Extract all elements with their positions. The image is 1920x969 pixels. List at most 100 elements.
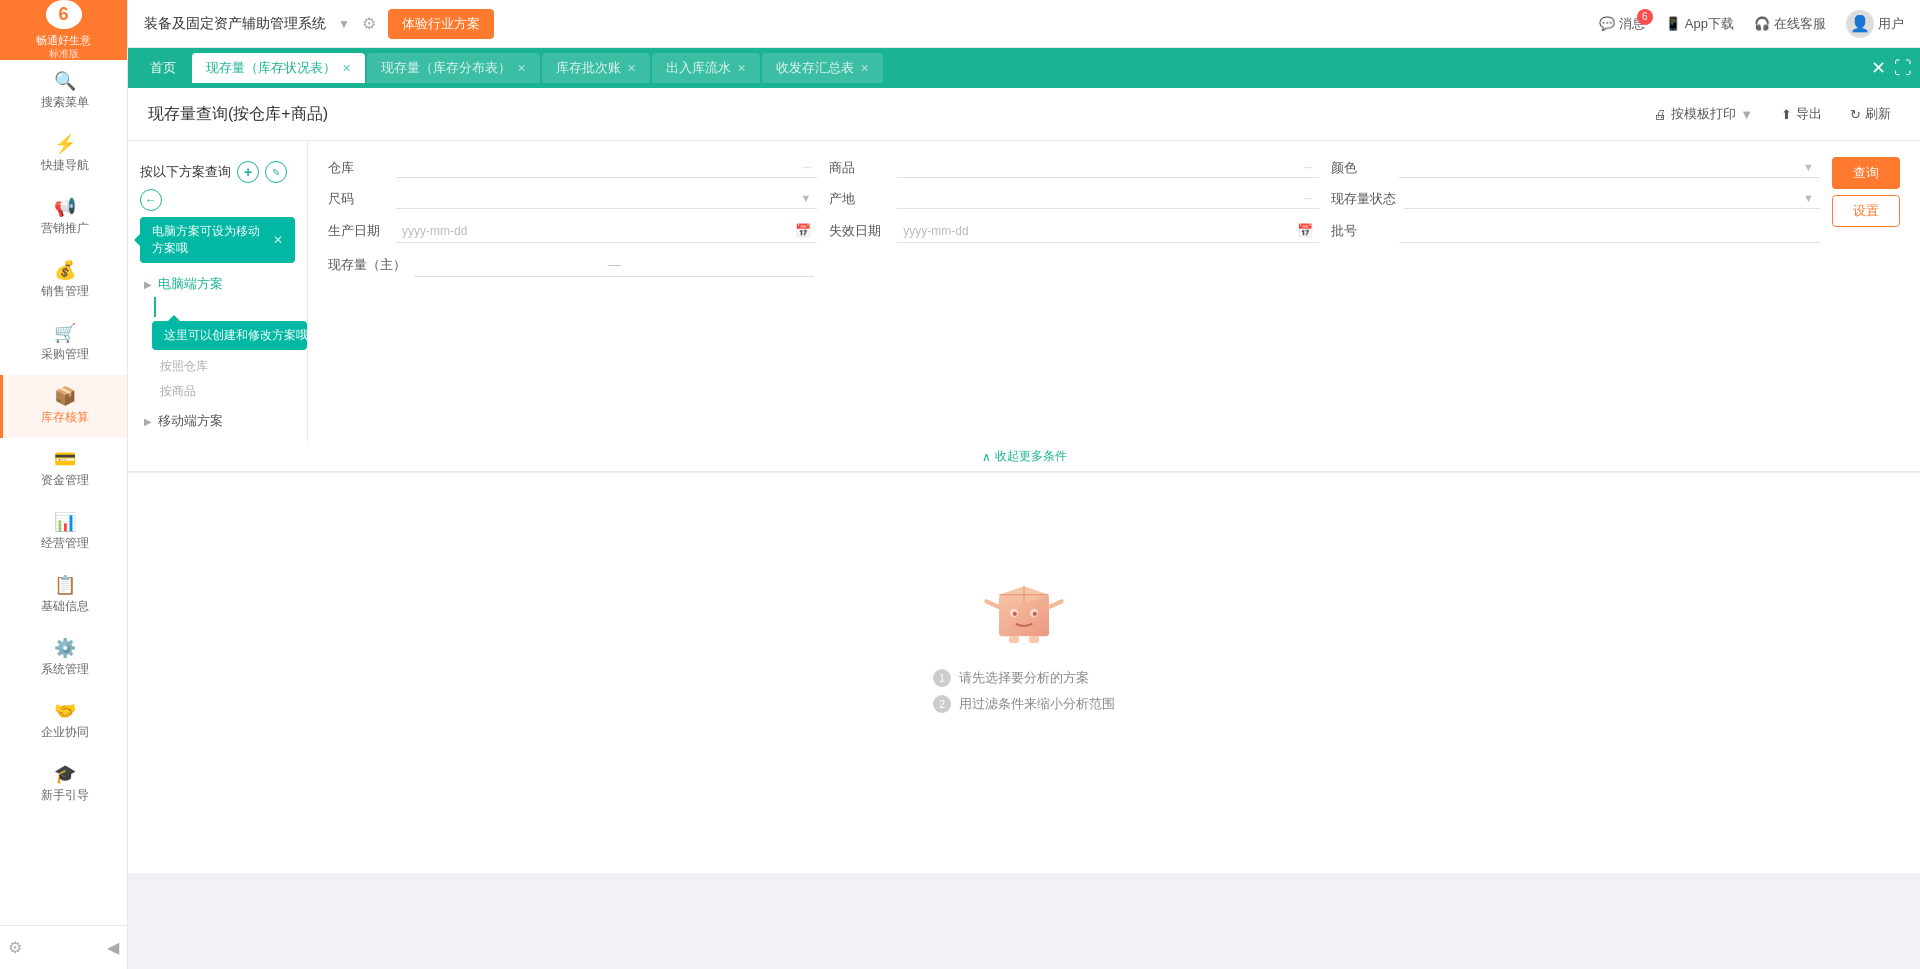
- tip-item-1: 1 请先选择要分析的方案: [933, 669, 1115, 687]
- tab-inventory-status-label: 现存量（库存状况表）: [206, 59, 336, 77]
- page-actions: 🖨 按模板打印 ▼ ⬆ 导出 ↻ 刷新: [1645, 100, 1900, 128]
- color-select[interactable]: ▼: [1399, 157, 1820, 178]
- tab-close-icon[interactable]: ✕: [342, 62, 351, 75]
- sidebar-item-finance[interactable]: 💳 资金管理: [0, 438, 127, 501]
- settings-icon[interactable]: ⚙: [8, 938, 22, 957]
- user-item[interactable]: 👤 用户: [1846, 10, 1904, 38]
- sidebar-item-base-info[interactable]: 📋 基础信息: [0, 564, 127, 627]
- header-gear-icon[interactable]: ⚙: [362, 14, 376, 33]
- tab-inout-flow[interactable]: 出入库流水 ✕: [652, 53, 760, 83]
- goods-select[interactable]: ···: [897, 157, 1318, 178]
- svg-rect-11: [1029, 636, 1039, 643]
- filter-stock-status: 现存量状态 ▼: [1331, 188, 1820, 209]
- sidebar: 6 畅通好生意 标准版 🔍 搜索菜单 ⚡ 快捷导航 📢 营销推广 💰 销售管理 …: [0, 0, 128, 969]
- export-btn[interactable]: ⬆ 导出: [1772, 100, 1831, 128]
- tab-close-icon[interactable]: ✕: [860, 62, 869, 75]
- filter-fields-panel: 仓库 ··· 商品: [308, 141, 1920, 442]
- origin-select[interactable]: ···: [897, 188, 1318, 209]
- enterprise-icon: 🤝: [54, 702, 76, 720]
- tab-inventory-status[interactable]: 现存量（库存状况表） ✕: [192, 53, 365, 83]
- size-select[interactable]: ▼: [396, 188, 817, 209]
- tab-close-icon[interactable]: ✕: [517, 62, 526, 75]
- tree-item-warehouse[interactable]: 按照仓库: [144, 354, 307, 379]
- tooltip1-close[interactable]: ✕: [273, 233, 283, 247]
- collapse-bar[interactable]: ∧ 收起更多条件: [128, 442, 1920, 472]
- search-buttons: 查询 设置: [1832, 157, 1900, 227]
- filter-arrow-btn[interactable]: ←: [140, 189, 162, 211]
- filter-row-4: 现存量（主） —: [328, 253, 1820, 277]
- sidebar-item-inventory[interactable]: 📦 库存核算: [0, 375, 127, 438]
- sidebar-item-sales[interactable]: 💰 销售管理: [0, 249, 127, 312]
- filter-row-3: 生产日期 yyyy-mm-dd 📅 失效日期 yyyy-mm: [328, 219, 1820, 243]
- filter-row-2: 尺码 ▼ 产地 ···: [328, 188, 1820, 209]
- sidebar-item-operation[interactable]: 📊 经营管理: [0, 501, 127, 564]
- svg-point-7: [1033, 612, 1037, 616]
- svg-rect-10: [1009, 636, 1019, 643]
- tooltip2-close[interactable]: ✕: [314, 329, 324, 343]
- inventory-icon: 📦: [54, 387, 76, 405]
- print-btn[interactable]: 🖨 按模板打印 ▼: [1645, 100, 1762, 128]
- collapse-sidebar-icon[interactable]: ◀: [107, 938, 119, 957]
- system-name: 装备及固定资产辅助管理系统: [144, 15, 326, 33]
- search-btn[interactable]: 查询: [1832, 157, 1900, 189]
- page-header: 现存量查询(按仓库+商品) 🖨 按模板打印 ▼ ⬆ 导出 ↻ 刷新: [128, 88, 1920, 141]
- filter-area: 按以下方案查询 + ✎ ← 电脑方案可设为移动方案哦 ✕: [128, 141, 1920, 473]
- warehouse-select[interactable]: ···: [396, 157, 817, 178]
- stock-status-select[interactable]: ▼: [1404, 188, 1820, 209]
- headset-icon: 🎧: [1754, 16, 1770, 31]
- refresh-btn[interactable]: ↻ 刷新: [1841, 100, 1900, 128]
- expire-date-from[interactable]: yyyy-mm-dd 📅: [897, 219, 1318, 243]
- reset-btn[interactable]: 设置: [1832, 195, 1900, 227]
- tree-mobile[interactable]: ▶ 移动端方案: [136, 408, 307, 434]
- empty-illustration: [974, 553, 1074, 653]
- tab-bar: 首页 现存量（库存状况表） ✕ 现存量（库存分布表） ✕ 库存批次账 ✕ 出入库…: [128, 48, 1920, 88]
- sidebar-item-enterprise[interactable]: 🤝 企业协同: [0, 690, 127, 753]
- sidebar-item-search[interactable]: 🔍 搜索菜单: [0, 60, 127, 123]
- collapse-label: 收起更多条件: [995, 448, 1067, 465]
- guide-icon: 🎓: [54, 765, 76, 783]
- filter-color: 颜色 ▼: [1331, 157, 1820, 178]
- batch-input[interactable]: [1399, 219, 1820, 243]
- tab-close-icon[interactable]: ✕: [627, 62, 636, 75]
- industry-btn[interactable]: 体验行业方案: [388, 9, 494, 39]
- tab-home[interactable]: 首页: [136, 53, 190, 83]
- empty-state: 1 请先选择要分析的方案 2 用过滤条件来缩小分析范围: [128, 473, 1920, 793]
- stock-qty-from[interactable]: [414, 253, 604, 276]
- notice-item[interactable]: 💬 消息 6: [1599, 15, 1645, 33]
- filter-add-btn[interactable]: +: [237, 161, 259, 183]
- tab-inventory-distribution[interactable]: 现存量（库存分布表） ✕: [367, 53, 540, 83]
- sidebar-item-purchase[interactable]: 🛒 采购管理: [0, 312, 127, 375]
- sidebar-item-quick-nav[interactable]: ⚡ 快捷导航: [0, 123, 127, 186]
- tab-maximize-icon[interactable]: ⛶: [1894, 58, 1912, 79]
- header-right: 💬 消息 6 📱 App下载 🎧 在线客服 👤 用户: [1599, 10, 1904, 38]
- tree-item-goods[interactable]: 按商品: [144, 379, 307, 404]
- filter-size: 尺码 ▼: [328, 188, 817, 209]
- scheme-tree: ▶ 电脑端方案 这里可以创建和修改方案哦 ✕ 按照仓库 按商品: [128, 271, 307, 434]
- tab-collect-summary[interactable]: 收发存汇总表 ✕: [762, 53, 883, 83]
- stock-qty-to[interactable]: [625, 253, 815, 276]
- purchase-icon: 🛒: [54, 324, 76, 342]
- svg-line-9: [1049, 601, 1062, 607]
- filter-origin: 产地 ···: [829, 188, 1318, 209]
- filter-produce-date: 生产日期 yyyy-mm-dd 📅: [328, 219, 817, 243]
- produce-date-from[interactable]: yyyy-mm-dd 📅: [396, 219, 817, 243]
- sidebar-item-marketing[interactable]: 📢 营销推广: [0, 186, 127, 249]
- filter-fields: 仓库 ··· 商品: [328, 157, 1820, 287]
- sidebar-item-system[interactable]: ⚙️ 系统管理: [0, 627, 127, 690]
- print-dropdown-icon: ▼: [1740, 107, 1753, 122]
- tab-close-all-icon[interactable]: ✕: [1871, 57, 1886, 79]
- tree-desktop[interactable]: ▶ 电脑端方案: [136, 271, 307, 297]
- filter-container: 按以下方案查询 + ✎ ← 电脑方案可设为移动方案哦 ✕: [128, 141, 1920, 442]
- filter-label: 按以下方案查询: [140, 163, 231, 181]
- tab-inventory-batch[interactable]: 库存批次账 ✕: [542, 53, 650, 83]
- tab-close-icon[interactable]: ✕: [737, 62, 746, 75]
- filter-edit-btn[interactable]: ✎: [265, 161, 287, 183]
- app-download-item[interactable]: 📱 App下载: [1665, 15, 1734, 33]
- online-service-item[interactable]: 🎧 在线客服: [1754, 15, 1826, 33]
- scheme-panel: 按以下方案查询 + ✎ ← 电脑方案可设为移动方案哦 ✕: [128, 141, 308, 442]
- filter-goods: 商品 ···: [829, 157, 1318, 178]
- phone-icon: 📱: [1665, 16, 1681, 31]
- system-dropdown[interactable]: ▼: [338, 17, 350, 31]
- brand-sub: 标准版: [36, 47, 91, 60]
- sidebar-item-guide[interactable]: 🎓 新手引导: [0, 753, 127, 816]
